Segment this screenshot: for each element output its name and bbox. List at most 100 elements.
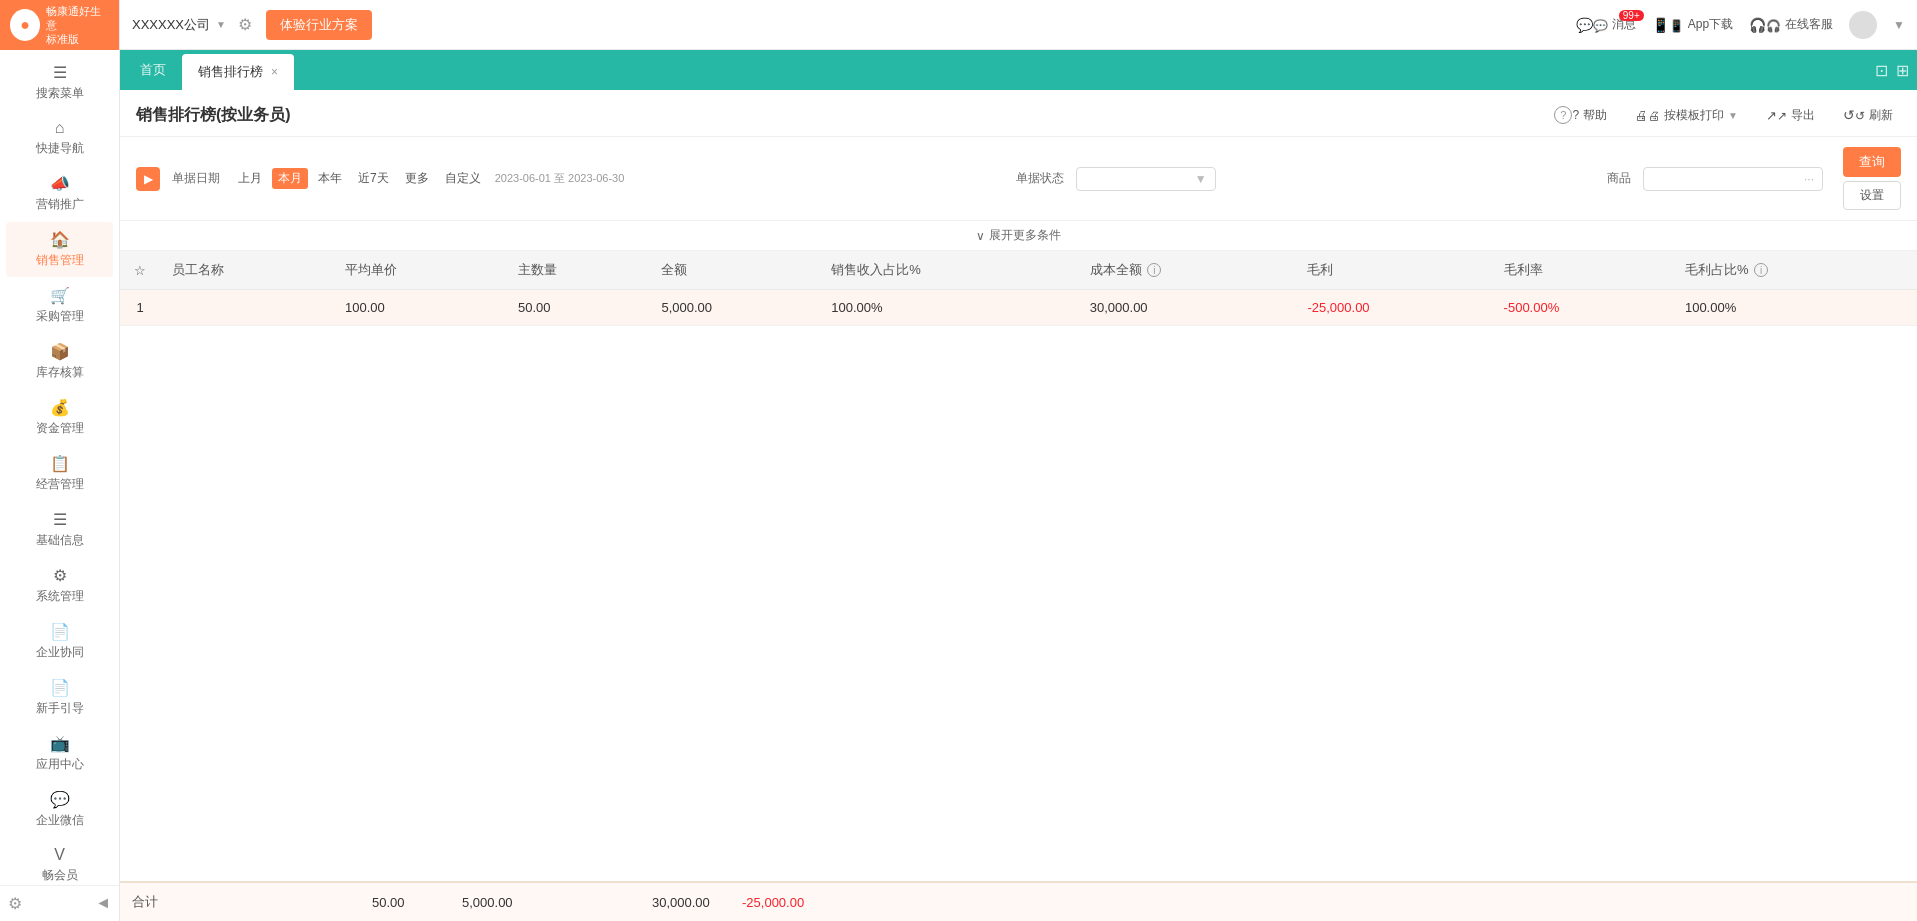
goods-filter-input[interactable]: ··· [1643, 167, 1823, 191]
sidebar-logo: ● 畅康通好生意 标准版 [0, 0, 119, 50]
member-icon: V [54, 846, 65, 864]
cost-info-icon[interactable]: i [1147, 263, 1161, 277]
col-avg-price-header: 平均单价 [333, 251, 506, 290]
online-service-btn[interactable]: 🎧 在线客服 [1749, 16, 1833, 33]
sales-icon: 🏠 [50, 230, 70, 249]
filter-settings-btn[interactable]: 设置 [1843, 181, 1901, 210]
table-footer: 合计 50.00 5,000.00 30,000.00 -25,000.00 [120, 881, 1917, 921]
help-btn[interactable]: ? 帮助 [1546, 102, 1615, 128]
sidebar-item-quicknav[interactable]: ⌂ 快捷导航 [6, 111, 113, 165]
tab-minimize-btn[interactable]: ⊡ [1875, 61, 1888, 80]
expand-conditions-btn[interactable]: ∨ 展开更多条件 [976, 227, 1061, 244]
tabbar: 首页 销售排行榜 × ⊡ ⊞ [120, 50, 1917, 90]
app-icon: 📱 [1652, 17, 1684, 33]
trial-btn[interactable]: 体验行业方案 [266, 10, 372, 40]
filter-bar: ▶ 单据日期 上月 本月 本年 近7天 更多 自定义 2023-06-01 至 … [120, 137, 1917, 221]
page-header: 销售排行榜(按业务员) ? 帮助 🖨 按模板打印 ▼ ↗ 导出 ↺ 刷新 [120, 90, 1917, 137]
sidebar-item-label: 经营管理 [36, 476, 84, 493]
col-amount-header: 全额 [649, 251, 819, 290]
tab-close-btn[interactable]: × [271, 65, 278, 79]
template-print-btn[interactable]: 🖨 按模板打印 ▼ [1627, 103, 1746, 128]
filter-collapse-btn[interactable]: ▶ [136, 167, 160, 191]
operation-icon: 📋 [50, 454, 70, 473]
sidebar-footer: ⚙ ◄ [0, 885, 119, 921]
col-cost-header: 成本全额 i [1078, 251, 1296, 290]
export-icon: ↗ [1766, 108, 1787, 123]
col-gross-pct-header: 毛利占比% i [1673, 251, 1917, 290]
sidebar-item-system[interactable]: ⚙ 系统管理 [6, 558, 113, 613]
message-btn[interactable]: 💬 消息 99+ [1576, 16, 1636, 33]
goods-input-more[interactable]: ··· [1804, 172, 1814, 186]
sidebar-item-finance[interactable]: 💰 资金管理 [6, 390, 113, 445]
company-dropdown-arrow: ▼ [216, 19, 226, 30]
date-range-display: 2023-06-01 至 2023-06-30 [495, 171, 625, 186]
date-opt-last-month[interactable]: 上月 [232, 168, 268, 189]
gross-pct-info-icon[interactable]: i [1754, 263, 1768, 277]
page-header-actions: ? 帮助 🖨 按模板打印 ▼ ↗ 导出 ↺ 刷新 [1546, 102, 1901, 128]
sidebar-item-label: 系统管理 [36, 588, 84, 605]
sidebar-item-label: 快捷导航 [36, 140, 84, 157]
date-opt-this-month[interactable]: 本月 [272, 168, 308, 189]
tab-home[interactable]: 首页 [124, 50, 182, 90]
sidebar-item-inventory[interactable]: 📦 库存核算 [6, 334, 113, 389]
sidebar-settings-btn[interactable]: ⚙ [8, 894, 22, 913]
sidebar-item-label: 企业微信 [36, 812, 84, 829]
expand-conditions-row: ∨ 展开更多条件 [120, 221, 1917, 251]
expand-label: 展开更多条件 [989, 227, 1061, 244]
refresh-btn[interactable]: ↺ 刷新 [1835, 103, 1901, 128]
sidebar-item-purchase[interactable]: 🛒 采购管理 [6, 278, 113, 333]
guide-icon: 📄 [50, 678, 70, 697]
sidebar-item-marketing[interactable]: 📣 营销推广 [6, 166, 113, 221]
sidebar-item-wechat[interactable]: 💬 企业微信 [6, 782, 113, 837]
enterprise-icon: 📄 [50, 622, 70, 641]
cell-rank: 1 [120, 290, 160, 326]
date-opt-7days[interactable]: 近7天 [352, 168, 395, 189]
sidebar-item-search[interactable]: ☰ 搜索菜单 [6, 55, 113, 110]
cell-sales-pct: 100.00% [819, 290, 1078, 326]
company-selector[interactable]: XXXXXX公司 ▼ [132, 16, 226, 34]
help-icon: ? [1554, 106, 1579, 124]
date-opt-this-year[interactable]: 本年 [312, 168, 348, 189]
sidebar-item-enterprise[interactable]: 📄 企业协同 [6, 614, 113, 669]
export-label: 导出 [1791, 107, 1815, 124]
sidebar-item-basic[interactable]: ☰ 基础信息 [6, 502, 113, 557]
rank-icon: ☆ [134, 263, 146, 278]
sidebar-item-label: 基础信息 [36, 532, 84, 549]
sidebar-item-label: 营销推广 [36, 196, 84, 213]
footer-cost: 30,000.00 [652, 895, 742, 910]
username-text: ▼ [1893, 18, 1905, 32]
settings-gear-icon[interactable] [238, 15, 252, 34]
tab-maximize-btn[interactable]: ⊞ [1896, 61, 1909, 80]
footer-total-label: 合计 [132, 893, 292, 911]
sidebar-item-sales[interactable]: 🏠 销售管理 [6, 222, 113, 277]
status-filter-select[interactable]: ▼ [1076, 167, 1216, 191]
status-select-arrow: ▼ [1195, 172, 1207, 186]
tab-active-label: 销售排行榜 [198, 63, 263, 81]
sidebar-item-guide[interactable]: 📄 新手引导 [6, 670, 113, 725]
app-download-btn[interactable]: 📱 App下载 [1652, 16, 1733, 33]
sidebar-item-label: 畅会员 [42, 867, 78, 884]
sidebar-item-operation[interactable]: 📋 经营管理 [6, 446, 113, 501]
help-label: 帮助 [1583, 107, 1607, 124]
table-body: 1 100.00 50.00 5,000.00 100.00% 30,000.0… [120, 290, 1917, 326]
sidebar-item-member[interactable]: V 畅会员 [6, 838, 113, 885]
sidebar-collapse-btn[interactable]: ◄ [95, 894, 111, 913]
export-btn[interactable]: ↗ 导出 [1758, 103, 1823, 128]
basic-icon: ☰ [53, 510, 67, 529]
date-opt-custom[interactable]: 自定义 [439, 168, 487, 189]
template-print-arrow: ▼ [1728, 110, 1738, 121]
user-avatar[interactable] [1849, 11, 1877, 39]
sidebar-item-apps[interactable]: 📺 应用中心 [6, 726, 113, 781]
message-icon: 💬 [1576, 17, 1608, 33]
template-print-label: 按模板打印 [1664, 107, 1724, 124]
query-btn[interactable]: 查询 [1843, 147, 1901, 177]
username-display[interactable]: ▼ [1893, 18, 1905, 32]
company-name: XXXXXX公司 [132, 16, 210, 34]
wechat-icon: 💬 [50, 790, 70, 809]
table-header: ☆ 员工名称 平均单价 主数量 全额 销售收入占比% 成本全额 i 毛利 毛利率 [120, 251, 1917, 290]
sidebar-nav: ☰ 搜索菜单 ⌂ 快捷导航 📣 营销推广 🏠 销售管理 🛒 采购管理 📦 库存核… [0, 50, 119, 885]
tab-sales-ranking[interactable]: 销售排行榜 × [182, 54, 294, 90]
sidebar-item-label: 销售管理 [36, 252, 84, 269]
date-options: 上月 本月 本年 近7天 更多 自定义 2023-06-01 至 2023-06… [232, 168, 624, 189]
date-opt-more[interactable]: 更多 [399, 168, 435, 189]
